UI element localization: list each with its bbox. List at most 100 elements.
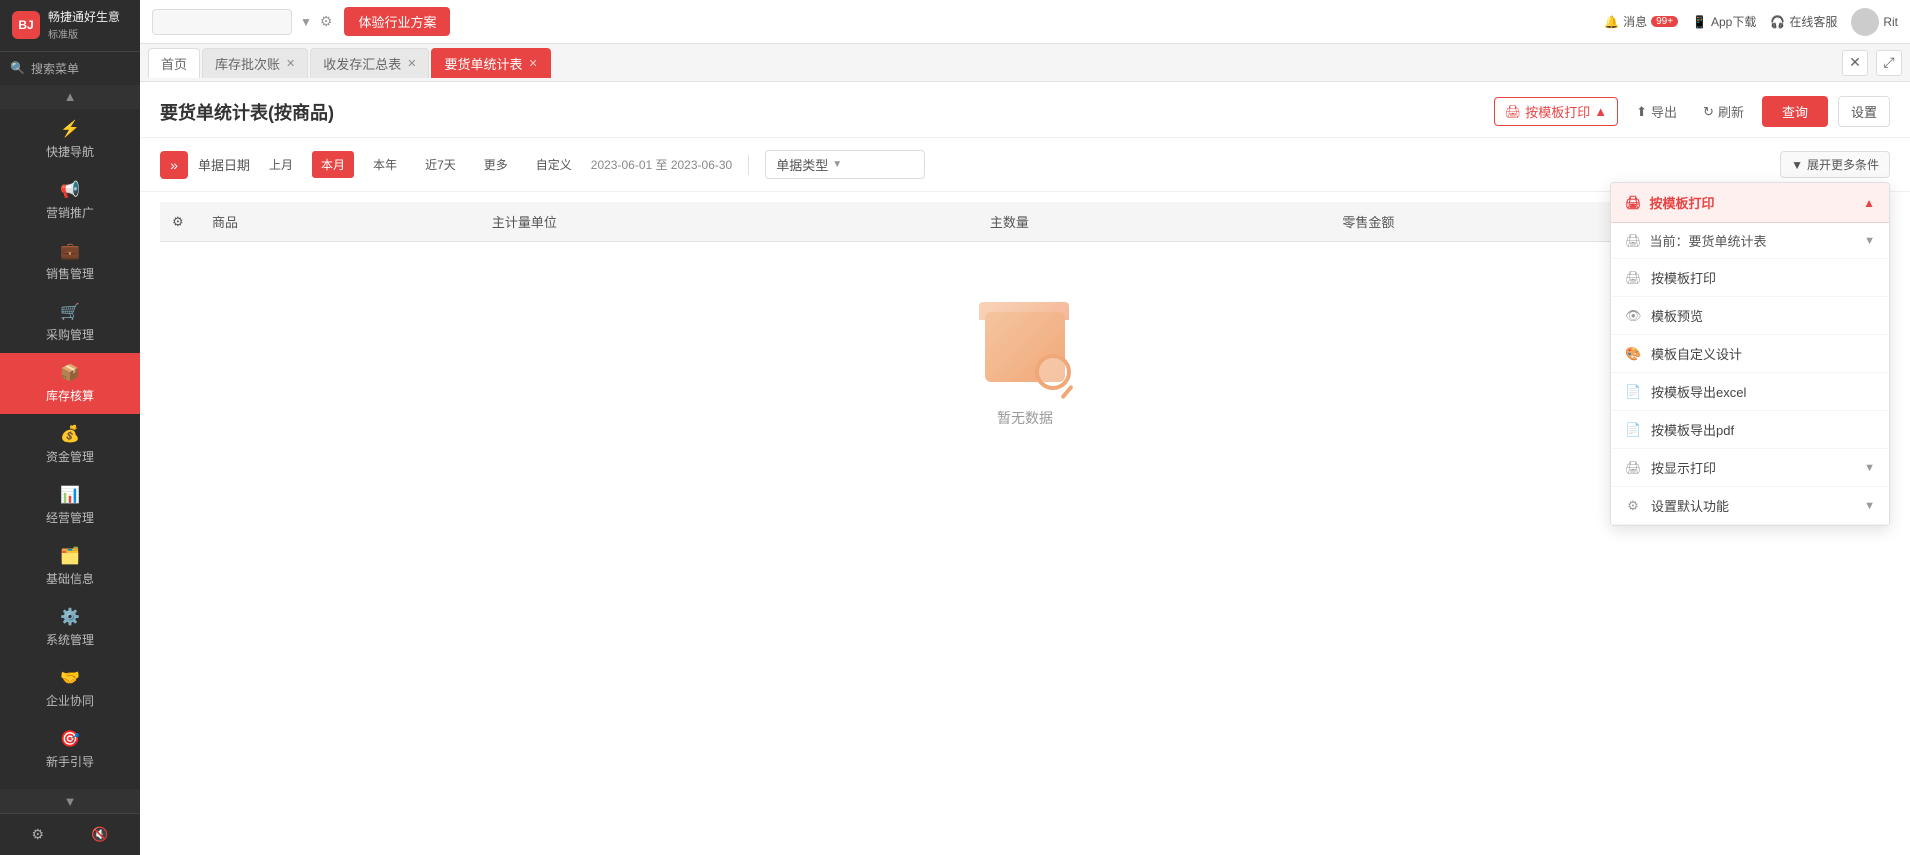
filter-expand-icon[interactable]: » [160, 151, 188, 179]
empty-text: 暂无数据 [997, 408, 1053, 428]
guide-icon: 🎯 [60, 729, 80, 749]
notification-icon: 🔔 [1604, 15, 1619, 29]
query-button[interactable]: 查询 [1762, 96, 1828, 127]
date-btn-custom[interactable]: 自定义 [527, 151, 581, 178]
app-version: 标准版 [48, 26, 120, 41]
tab-close-btn[interactable]: ✕ [1842, 50, 1868, 76]
template-print-btn[interactable]: 🖨 按模板打印 ▲ [1494, 97, 1618, 126]
dropdown-item-default-func[interactable]: ⚙ 设置默认功能 ▼ [1611, 487, 1889, 525]
online-service-item[interactable]: 🎧 在线客服 [1770, 13, 1837, 30]
date-btn-last-7[interactable]: 近7天 [416, 151, 465, 178]
system-icon: ⚙️ [60, 607, 80, 627]
dropdown-item-template-custom[interactable]: 🎨 模板自定义设计 [1611, 335, 1889, 373]
current-badge-icon: 🖨 [1625, 233, 1642, 249]
sidebar-mute-btn[interactable]: 🔇 [87, 822, 112, 847]
sidebar-scroll-down[interactable]: ▼ [0, 789, 140, 813]
app-name: 畅捷通好生意 [48, 10, 120, 26]
page-header-actions: 🖨 按模板打印 ▲ ⬆ 导出 ↻ 刷新 查询 设置 [1494, 96, 1890, 127]
tab-inventory-batch[interactable]: 库存批次账 ✕ [202, 48, 308, 78]
template-preview-menu-icon: 👁 [1625, 308, 1641, 324]
tabbar-right-actions: ✕ ⤢ [1842, 50, 1902, 76]
collab-icon: 🤝 [60, 668, 80, 688]
date-btn-curr-year[interactable]: 本年 [364, 151, 406, 178]
default-func-icon: ⚙ [1625, 498, 1641, 514]
settings-button[interactable]: 设置 [1838, 96, 1890, 127]
order-type-label: 单据类型 [776, 155, 828, 174]
tab-recv-summary-close[interactable]: ✕ [407, 57, 416, 70]
dropdown-chevron-up: ▲ [1863, 196, 1875, 210]
sidebar-item-operations[interactable]: 📊 经营管理 [0, 475, 140, 536]
user-avatar-item[interactable]: Rit [1851, 8, 1898, 36]
export-btn[interactable]: ⬆ 导出 [1628, 98, 1685, 125]
tab-order-stats-close[interactable]: ✕ [529, 57, 538, 70]
trial-btn[interactable]: 体验行业方案 [344, 7, 450, 36]
col-settings-icon[interactable]: ⚙ [172, 214, 184, 229]
search-menu-item[interactable]: 🔍 搜索菜单 [0, 52, 140, 85]
dropdown-item-template-preview[interactable]: 👁 模板预览 [1611, 297, 1889, 335]
order-type-select[interactable]: 单据类型 ▼ [765, 150, 925, 179]
sidebar-settings-btn[interactable]: ⚙ [28, 822, 49, 847]
dropdown-item-template-print[interactable]: 🖨 按模板打印 [1611, 259, 1889, 297]
dropdown-header[interactable]: 🖨 按模板打印 ▲ [1611, 183, 1889, 223]
dropdown-item-export-pdf[interactable]: 📄 按模板导出pdf [1611, 411, 1889, 449]
refresh-icon: ↻ [1703, 104, 1714, 120]
sidebar-item-basic[interactable]: 🗂️ 基础信息 [0, 536, 140, 597]
export-excel-icon: 📄 [1625, 384, 1641, 400]
sidebar-item-guide[interactable]: 🎯 新手引导 [0, 719, 140, 780]
sidebar: BJ 畅捷通好生意 标准版 🔍 搜索菜单 ▲ ⚡ 快捷导航 📢 营销推广 💼 销… [0, 0, 140, 855]
sidebar-item-collab[interactable]: 🤝 企业协同 [0, 658, 140, 719]
topbar-search-input[interactable] [152, 9, 292, 35]
filter-divider [748, 155, 749, 175]
template-print-chevron-up: ▲ [1594, 104, 1607, 119]
tab-recv-summary[interactable]: 收发存汇总表 ✕ [310, 48, 429, 78]
expand-more-icon: ▼ [1791, 158, 1803, 172]
tab-home[interactable]: 首页 [148, 48, 200, 78]
topbar-gear-icon[interactable]: ⚙ [320, 13, 333, 30]
search-icon: 🔍 [10, 61, 25, 75]
sidebar-nav: ⚡ 快捷导航 📢 营销推广 💼 销售管理 🛒 采购管理 📦 库存核算 💰 资金管… [0, 109, 140, 789]
tab-order-stats[interactable]: 要货单统计表 ✕ [431, 48, 550, 78]
sidebar-item-marketing[interactable]: 📢 营销推广 [0, 170, 140, 231]
sidebar-item-apps[interactable]: 🔲 应用中心 [0, 780, 140, 789]
sidebar-item-sales[interactable]: 💼 销售管理 [0, 231, 140, 292]
current-chevron: ▼ [1864, 235, 1875, 247]
sidebar-item-system[interactable]: ⚙️ 系统管理 [0, 597, 140, 658]
notification-item[interactable]: 🔔 消息 99+ [1604, 13, 1678, 30]
app-download-icon: 📱 [1692, 15, 1707, 29]
refresh-btn[interactable]: ↻ 刷新 [1695, 98, 1752, 125]
sidebar-item-quick-nav[interactable]: ⚡ 快捷导航 [0, 109, 140, 170]
topbar-right: 🔔 消息 99+ 📱 App下载 🎧 在线客服 Rit [1604, 8, 1898, 36]
tab-inventory-batch-close[interactable]: ✕ [286, 57, 295, 70]
operations-icon: 📊 [60, 485, 80, 505]
expand-more-btn[interactable]: ▼ 展开更多条件 [1780, 151, 1890, 178]
sidebar-item-purchase[interactable]: 🛒 采购管理 [0, 292, 140, 353]
tabbar: 首页 库存批次账 ✕ 收发存汇总表 ✕ 要货单统计表 ✕ ✕ ⤢ [140, 44, 1910, 82]
app-download-item[interactable]: 📱 App下载 [1692, 13, 1756, 30]
topbar-search-chevron[interactable]: ▼ [300, 15, 312, 29]
dropdown-item-display-print[interactable]: 🖨 按显示打印 ▼ [1611, 449, 1889, 487]
order-type-chevron: ▼ [832, 159, 842, 170]
col-unit: 主计量单位 [480, 202, 978, 242]
display-print-chevron: ▼ [1864, 462, 1875, 474]
sidebar-item-finance[interactable]: 💰 资金管理 [0, 414, 140, 475]
marketing-icon: 📢 [60, 180, 80, 200]
default-func-chevron: ▼ [1864, 500, 1875, 512]
col-settings[interactable]: ⚙ [160, 202, 200, 242]
sidebar-bottom: ⚙ 🔇 [0, 813, 140, 855]
sidebar-scroll-up[interactable]: ▲ [0, 85, 140, 109]
sidebar-item-inventory[interactable]: 📦 库存核算 [0, 353, 140, 414]
date-filter-label: 单据日期 [198, 155, 250, 174]
date-btn-prev-month[interactable]: 上月 [260, 151, 302, 178]
topbar: ▼ ⚙ 体验行业方案 🔔 消息 99+ 📱 App下载 🎧 在线客服 Rit [140, 0, 1910, 44]
date-btn-curr-month[interactable]: 本月 [312, 151, 354, 178]
empty-icon [975, 302, 1075, 392]
tab-expand-btn[interactable]: ⤢ [1876, 50, 1902, 76]
page-header: 要货单统计表(按商品) 🖨 按模板打印 ▲ ⬆ 导出 ↻ 刷新 查询 设置 [140, 82, 1910, 138]
dropdown-printer-icon: 🖨 [1625, 195, 1642, 211]
page-area: 要货单统计表(按商品) 🖨 按模板打印 ▲ ⬆ 导出 ↻ 刷新 查询 设置 [140, 82, 1910, 855]
app-logo: BJ 畅捷通好生意 标准版 [0, 0, 140, 52]
date-btn-more[interactable]: 更多 [475, 151, 517, 178]
dropdown-item-export-excel[interactable]: 📄 按模板导出excel [1611, 373, 1889, 411]
col-quantity: 主数量 [978, 202, 1331, 242]
user-avatar [1851, 8, 1879, 36]
